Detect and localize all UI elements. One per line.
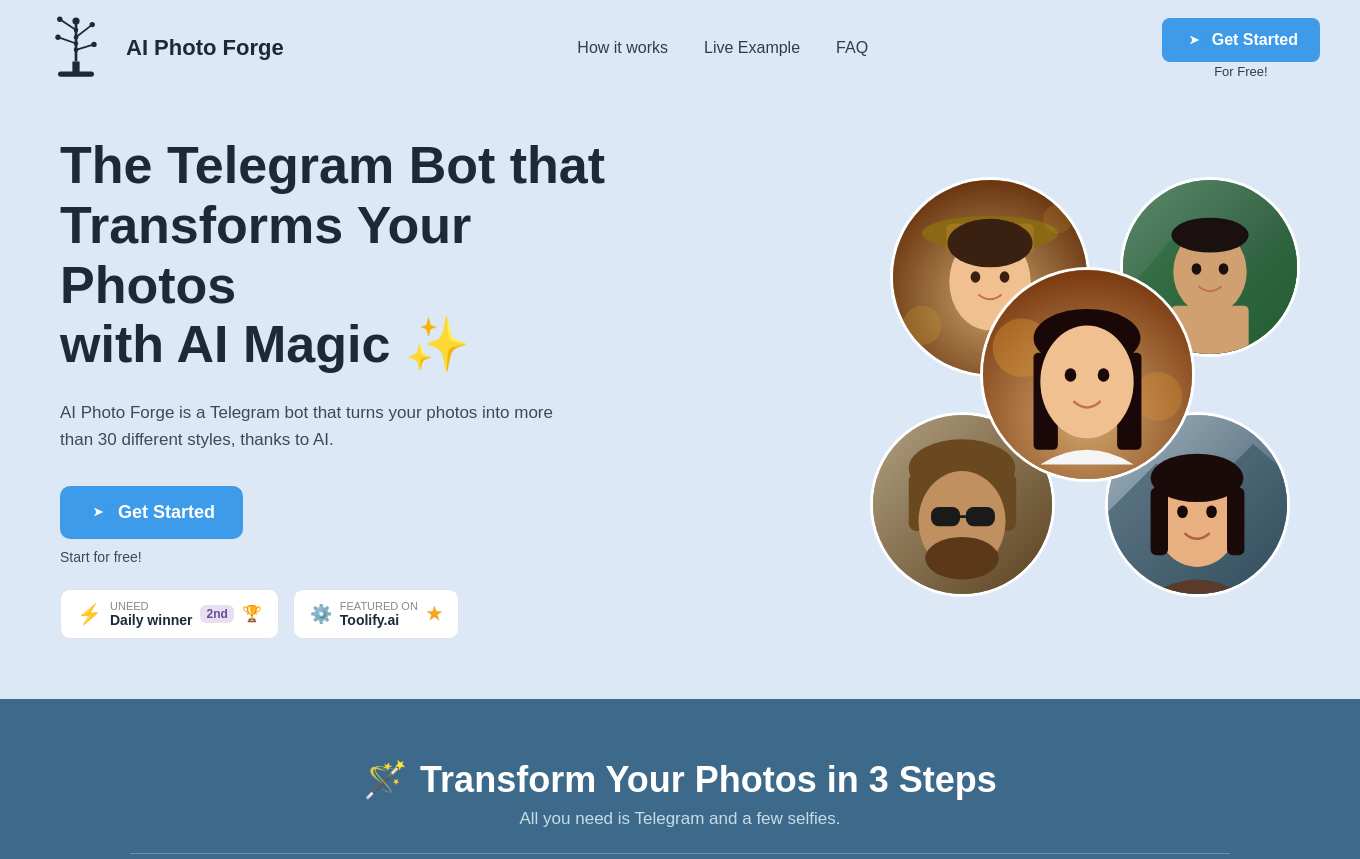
svg-point-29 bbox=[1171, 218, 1248, 253]
svg-point-21 bbox=[971, 271, 981, 283]
toolify-badge[interactable]: ⚙️ FEATURED ON Toolify.ai ★ bbox=[293, 589, 459, 639]
logo-icon bbox=[40, 12, 112, 84]
svg-point-46 bbox=[925, 537, 999, 580]
steps-icon: 🪄 bbox=[363, 759, 408, 801]
svg-point-57 bbox=[1206, 506, 1217, 519]
toolify-label-small: FEATURED ON bbox=[340, 600, 418, 612]
svg-point-15 bbox=[74, 48, 79, 53]
svg-point-23 bbox=[903, 306, 942, 345]
hero-telegram-icon: ➤ bbox=[88, 502, 108, 522]
uneed-label-main: Daily winner bbox=[110, 612, 192, 628]
steps-section: 🪄 Transform Your Photos in 3 Steps All y… bbox=[0, 699, 1360, 859]
svg-line-4 bbox=[76, 25, 92, 38]
hero-badges: ⚡ UNEED Daily winner 2nd 🏆 ⚙️ FEATURED O… bbox=[60, 589, 660, 639]
svg-rect-47 bbox=[931, 507, 960, 526]
svg-rect-1 bbox=[58, 71, 94, 76]
svg-point-13 bbox=[74, 35, 79, 40]
svg-point-20 bbox=[947, 219, 1032, 267]
nav-live-example[interactable]: Live Example bbox=[704, 39, 800, 57]
hero-free-text: Start for free! bbox=[60, 549, 660, 565]
nav-how-it-works[interactable]: How it works bbox=[577, 39, 668, 57]
svg-point-14 bbox=[74, 41, 79, 46]
svg-point-8 bbox=[57, 17, 62, 22]
uneed-text-block: UNEED Daily winner bbox=[110, 600, 192, 628]
hero-cta-label: Get Started bbox=[118, 502, 215, 523]
uneed-badge[interactable]: ⚡ UNEED Daily winner 2nd 🏆 bbox=[60, 589, 279, 639]
uneed-label-small: UNEED bbox=[110, 600, 192, 612]
steps-title: 🪄 Transform Your Photos in 3 Steps bbox=[363, 759, 997, 801]
steps-subtitle: All you need is Telegram and a few selfi… bbox=[40, 809, 1320, 829]
svg-point-56 bbox=[1177, 506, 1188, 519]
svg-rect-48 bbox=[966, 507, 995, 526]
hero-title: The Telegram Bot that Transforms Your Ph… bbox=[60, 136, 660, 375]
hero-left: The Telegram Bot that Transforms Your Ph… bbox=[60, 136, 660, 639]
nav-get-started-button[interactable]: ➤ Get Started bbox=[1162, 18, 1320, 62]
svg-rect-55 bbox=[1227, 488, 1244, 556]
svg-rect-54 bbox=[1151, 488, 1168, 556]
svg-point-30 bbox=[1192, 263, 1202, 275]
steps-divider bbox=[130, 853, 1230, 854]
nav-free-label: For Free! bbox=[1214, 64, 1267, 79]
svg-point-39 bbox=[1065, 368, 1077, 382]
hero-title-line3: with AI Magic ✨ bbox=[60, 315, 470, 373]
toolify-icon: ⚙️ bbox=[310, 603, 332, 625]
svg-point-11 bbox=[91, 42, 96, 47]
brand-name-text: AI Photo Forge bbox=[126, 35, 284, 61]
uneed-icon: ⚡ bbox=[77, 602, 102, 626]
telegram-icon: ➤ bbox=[1184, 30, 1204, 50]
svg-point-7 bbox=[72, 17, 79, 24]
steps-title-text: Transform Your Photos in 3 Steps bbox=[420, 759, 997, 801]
steps-header: 🪄 Transform Your Photos in 3 Steps All y… bbox=[40, 759, 1320, 829]
svg-point-22 bbox=[1000, 271, 1010, 283]
hero-section: The Telegram Bot that Transforms Your Ph… bbox=[0, 96, 1360, 699]
trophy-icon: 🏆 bbox=[242, 604, 262, 623]
svg-point-12 bbox=[74, 28, 79, 33]
uneed-badge-sub: 2nd bbox=[200, 605, 233, 623]
svg-point-24 bbox=[1043, 205, 1072, 234]
navbar: AI Photo Forge How it works Live Example… bbox=[0, 0, 1360, 96]
nav-links: How it works Live Example FAQ bbox=[577, 39, 868, 57]
nav-faq[interactable]: FAQ bbox=[836, 39, 868, 57]
svg-line-5 bbox=[58, 37, 76, 43]
nav-cta-label: Get Started bbox=[1212, 31, 1298, 49]
hero-title-line1: The Telegram Bot that bbox=[60, 136, 605, 194]
hero-title-line2: Transforms Your Photos bbox=[60, 196, 471, 314]
photo-circle-3 bbox=[980, 267, 1195, 482]
toolify-star-icon: ★ bbox=[426, 603, 442, 625]
svg-line-6 bbox=[76, 44, 94, 49]
toolify-text-block: FEATURED ON Toolify.ai bbox=[340, 600, 418, 628]
svg-point-38 bbox=[1040, 326, 1133, 439]
svg-point-9 bbox=[90, 22, 95, 27]
svg-point-31 bbox=[1219, 263, 1229, 275]
svg-point-10 bbox=[55, 35, 60, 40]
brand-logo-link[interactable]: AI Photo Forge bbox=[40, 12, 284, 84]
hero-get-started-button[interactable]: ➤ Get Started bbox=[60, 486, 243, 539]
toolify-label-main: Toolify.ai bbox=[340, 612, 399, 628]
svg-point-40 bbox=[1098, 368, 1110, 382]
hero-photo-grid bbox=[870, 177, 1300, 597]
nav-cta-wrapper: ➤ Get Started For Free! bbox=[1162, 18, 1320, 79]
hero-subtitle: AI Photo Forge is a Telegram bot that tu… bbox=[60, 399, 580, 453]
